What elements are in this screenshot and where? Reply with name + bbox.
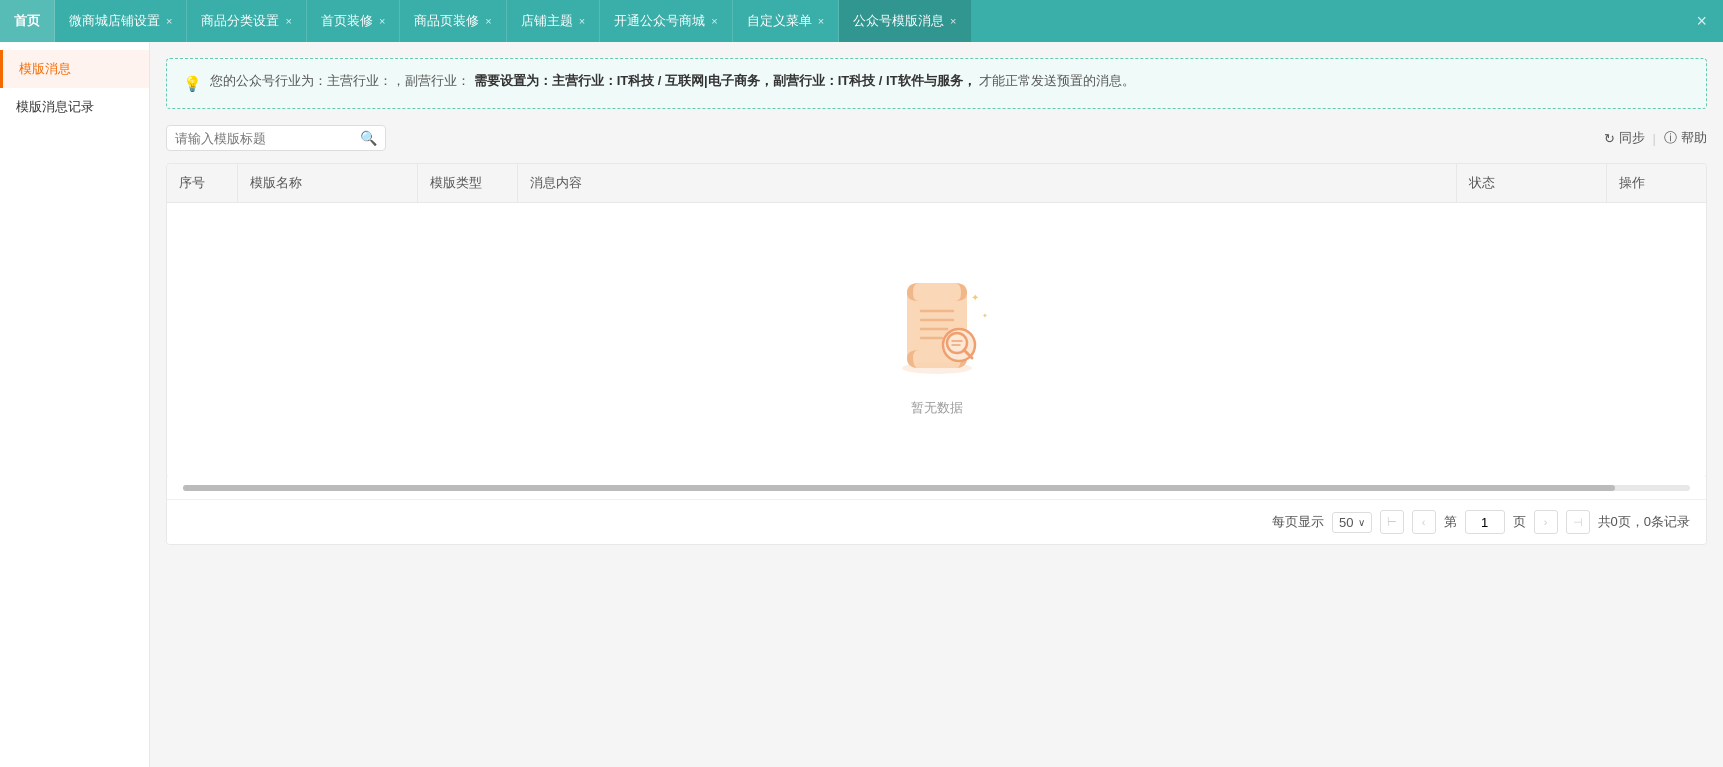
close-template-msg-icon[interactable]: × <box>950 15 956 27</box>
nav-tab-micro-shop[interactable]: 微商城店铺设置 × <box>55 0 187 42</box>
col-header-content: 消息内容 <box>517 164 1456 203</box>
col-header-name: 模版名称 <box>237 164 417 203</box>
nav-tab-custom-menu[interactable]: 自定义菜单 × <box>733 0 839 42</box>
svg-text:✦: ✦ <box>971 292 979 303</box>
notice-text: 您的公众号行业为：主营行业：，副营行业： 需要设置为：主营行业：IT科技 / 互… <box>210 71 1690 92</box>
prev-page-button[interactable]: ‹ <box>1412 510 1436 534</box>
nav-tab-product-category[interactable]: 商品分类设置 × <box>187 0 306 42</box>
sync-label: 同步 <box>1619 129 1645 147</box>
table-head: 序号 模版名称 模版类型 消息内容 状态 操作 <box>167 164 1706 203</box>
close-shop-theme-icon[interactable]: × <box>579 15 585 27</box>
notice-highlight: 需要设置为：主营行业：IT科技 / 互联网|电子商务，副营行业：IT科技 / I… <box>474 73 976 88</box>
nav-tab-template-msg[interactable]: 公众号模版消息 × <box>839 0 971 42</box>
home-tab-label: 首页 <box>14 12 40 30</box>
empty-state-row: ✦ ✦ 暂无数据 <box>167 203 1706 478</box>
page-label-post: 页 <box>1513 513 1526 531</box>
page-label-pre: 第 <box>1444 513 1457 531</box>
empty-text: 暂无数据 <box>911 399 963 417</box>
help-label: 帮助 <box>1681 129 1707 147</box>
product-category-label: 商品分类设置 <box>201 12 279 30</box>
micro-shop-label: 微商城店铺设置 <box>69 12 160 30</box>
sidebar-item-template-msg[interactable]: 模版消息 <box>0 50 149 88</box>
top-nav: 首页 微商城店铺设置 × 商品分类设置 × 首页装修 × 商品页装修 × 店铺主… <box>0 0 1723 42</box>
empty-state-illustration: ✦ ✦ <box>877 263 997 383</box>
table-body: ✦ ✦ 暂无数据 <box>167 203 1706 478</box>
close-all-button[interactable]: × <box>1680 11 1723 32</box>
page-size-chevron-icon: ∨ <box>1358 517 1365 528</box>
sidebar: 模版消息 模版消息记录 <box>0 42 150 767</box>
close-open-mall-icon[interactable]: × <box>711 15 717 27</box>
notice-banner: 💡 您的公众号行业为：主营行业：，副营行业： 需要设置为：主营行业：IT科技 /… <box>166 58 1707 109</box>
sync-button[interactable]: ↻ 同步 <box>1604 129 1645 147</box>
nav-tab-shop-theme[interactable]: 店铺主题 × <box>507 0 600 42</box>
close-home-decor-icon[interactable]: × <box>379 15 385 27</box>
col-header-action: 操作 <box>1606 164 1706 203</box>
notice-icon: 💡 <box>183 72 202 96</box>
col-header-seq: 序号 <box>167 164 237 203</box>
current-page-input[interactable] <box>1465 510 1505 534</box>
h-scrollbar-thumb <box>183 485 1615 491</box>
empty-state: ✦ ✦ 暂无数据 <box>167 203 1706 477</box>
first-page-button[interactable]: ⊢ <box>1380 510 1404 534</box>
sidebar-item-template-record[interactable]: 模版消息记录 <box>0 88 149 126</box>
data-table: 序号 模版名称 模版类型 消息内容 状态 操作 <box>167 164 1706 477</box>
nav-tab-home-decor[interactable]: 首页装修 × <box>307 0 400 42</box>
table-wrapper: 序号 模版名称 模版类型 消息内容 状态 操作 <box>166 163 1707 545</box>
help-button[interactable]: ⓘ 帮助 <box>1664 129 1707 147</box>
close-custom-menu-icon[interactable]: × <box>818 15 824 27</box>
close-product-category-icon[interactable]: × <box>285 15 291 27</box>
search-icon[interactable]: 🔍 <box>360 130 377 146</box>
col-header-type: 模版类型 <box>417 164 517 203</box>
svg-text:✦: ✦ <box>982 312 988 319</box>
page-size-value: 50 <box>1339 515 1353 530</box>
col-header-status: 状态 <box>1456 164 1606 203</box>
notice-prefix: 您的公众号行业为：主营行业：，副营行业： <box>210 73 470 88</box>
divider: | <box>1653 131 1656 146</box>
template-msg-label: 公众号模版消息 <box>853 12 944 30</box>
page-size-selector[interactable]: 50 ∨ <box>1332 512 1371 533</box>
main-layout: 模版消息 模版消息记录 💡 您的公众号行业为：主营行业：，副营行业： 需要设置为… <box>0 42 1723 767</box>
table-header-row: 序号 模版名称 模版类型 消息内容 状态 操作 <box>167 164 1706 203</box>
close-product-decor-icon[interactable]: × <box>485 15 491 27</box>
nav-tab-home[interactable]: 首页 <box>0 0 55 42</box>
h-scrollbar[interactable] <box>183 485 1690 491</box>
home-decor-label: 首页装修 <box>321 12 373 30</box>
search-input[interactable] <box>175 131 356 146</box>
notice-suffix: 才能正常发送预置的消息。 <box>979 73 1135 88</box>
help-circle-icon: ⓘ <box>1664 129 1677 147</box>
nav-tab-product-decor[interactable]: 商品页装修 × <box>400 0 506 42</box>
toolbar: 🔍 ↻ 同步 | ⓘ 帮助 <box>166 125 1707 151</box>
custom-menu-label: 自定义菜单 <box>747 12 812 30</box>
sidebar-label-template-record: 模版消息记录 <box>16 99 94 114</box>
nav-tab-open-mall[interactable]: 开通公众号商城 × <box>600 0 732 42</box>
close-micro-shop-icon[interactable]: × <box>166 15 172 27</box>
next-page-button[interactable]: › <box>1534 510 1558 534</box>
shop-theme-label: 店铺主题 <box>521 12 573 30</box>
sidebar-label-template-msg: 模版消息 <box>19 61 71 76</box>
last-page-button[interactable]: ⊣ <box>1566 510 1590 534</box>
pagination-summary: 共0页，0条记录 <box>1598 513 1690 531</box>
search-box: 🔍 <box>166 125 386 151</box>
toolbar-right: ↻ 同步 | ⓘ 帮助 <box>1604 129 1707 147</box>
main-content: 💡 您的公众号行业为：主营行业：，副营行业： 需要设置为：主营行业：IT科技 /… <box>150 42 1723 767</box>
pagination: 每页显示 50 ∨ ⊢ ‹ 第 页 › ⊣ 共0页，0条记录 <box>167 499 1706 544</box>
product-decor-label: 商品页装修 <box>414 12 479 30</box>
page-size-label: 每页显示 <box>1272 513 1324 531</box>
open-mall-label: 开通公众号商城 <box>614 12 705 30</box>
scrollbar-area <box>167 477 1706 499</box>
sync-icon: ↻ <box>1604 131 1615 146</box>
